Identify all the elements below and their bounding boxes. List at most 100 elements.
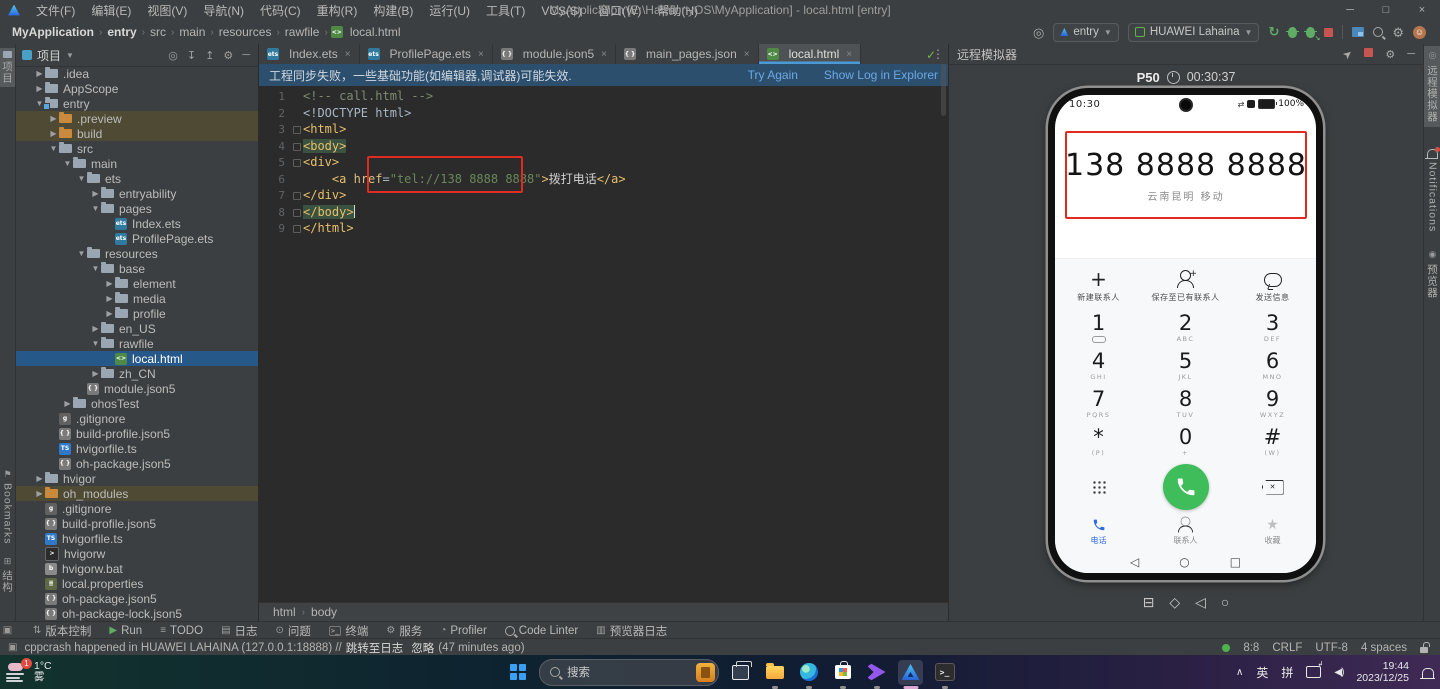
tree-item[interactable]: b hvigorw.bat (16, 561, 258, 576)
tree-item[interactable]: ▶ .preview (16, 111, 258, 126)
tree-item[interactable]: ▼ entry (16, 96, 258, 111)
code-editor[interactable]: 1 <!-- call.html --> 2 <!DOCTYPE html> 3 <htm… (259, 86, 948, 603)
toolwindow-button-linter[interactable]: Code Linter (504, 625, 578, 637)
keypad-key-7[interactable]: 7 PQRS (1055, 387, 1142, 425)
toolwindow-button-log[interactable]: ▤ 日志 (221, 623, 257, 639)
keypad-key-3[interactable]: 3 DEF (1229, 311, 1316, 349)
dialer-tab-contacts[interactable]: 联系人 (1142, 515, 1229, 551)
breadcrumb-item[interactable]: main (177, 25, 207, 39)
fold-marker-icon[interactable] (293, 142, 301, 151)
toolwindow-button-services[interactable]: ⚙ 服务 (386, 623, 422, 639)
tree-item[interactable]: { } build-profile.json5 (16, 426, 258, 441)
menu-item[interactable]: 文件(F) (28, 4, 83, 18)
dialer-tab-phone[interactable]: 电话 (1055, 515, 1142, 551)
tree-item[interactable]: { } oh-package.json5 (16, 591, 258, 606)
tree-arrow-icon[interactable]: ▼ (76, 249, 87, 258)
tree-item[interactable]: ▶ en_US (16, 321, 258, 336)
fold-marker-icon[interactable] (293, 225, 301, 233)
menu-item[interactable]: 重构(R) (309, 4, 366, 18)
device-manager-icon[interactable] (1352, 27, 1365, 37)
debug-button[interactable] (1286, 26, 1300, 38)
editor-breadcrumb-item[interactable]: body (311, 605, 337, 619)
tree-item[interactable]: ▶ .idea (16, 66, 258, 81)
nav-recents-icon[interactable]: □ (1230, 555, 1241, 569)
event-icon[interactable]: ▣ (8, 642, 17, 653)
tree-item[interactable]: ▶ AppScope (16, 81, 258, 96)
toolwindow-button-terminal[interactable]: >_ 终端 (328, 623, 368, 639)
tree-arrow-icon[interactable]: ▼ (90, 264, 101, 273)
code-line[interactable]: 5 <div> (259, 154, 948, 171)
tree-item[interactable]: ▼ ets (16, 171, 258, 186)
run-button[interactable]: ↻ (1268, 24, 1279, 40)
search-icon[interactable] (1373, 27, 1384, 37)
weather-widget[interactable]: 1 1°C 雾 (6, 655, 52, 689)
profile-button[interactable] (1304, 26, 1320, 42)
cast-display-icon[interactable] (1306, 660, 1323, 678)
dialer-action[interactable]: + 新建联系人 (1055, 265, 1142, 311)
editor-tab[interactable]: <> local.html × (758, 44, 862, 64)
menu-item[interactable]: 构建(B) (365, 4, 421, 18)
breadcrumb-item[interactable]: resources (217, 25, 274, 39)
code-line[interactable]: 8 </body> (259, 204, 948, 221)
menu-item[interactable]: 代码(C) (252, 4, 309, 18)
menu-item[interactable]: 工具(T) (478, 4, 533, 18)
unlock-icon[interactable] (1420, 641, 1430, 653)
tree-item[interactable]: ets Index.ets (16, 216, 258, 231)
expand-all-icon[interactable]: ↧ (185, 49, 198, 62)
fold-marker-icon[interactable] (293, 159, 301, 167)
toolwindow-button-preview-log[interactable]: ▥ 预览器日志 (596, 623, 667, 639)
tree-item[interactable]: ets ProfilePage.ets (16, 231, 258, 246)
tree-arrow-icon[interactable]: ▼ (90, 204, 101, 213)
avatar[interactable]: ☺ (1413, 25, 1426, 39)
tree-arrow-icon[interactable]: ▶ (90, 189, 101, 198)
pin-icon[interactable]: ➤ (1340, 46, 1356, 62)
tab-previewer[interactable]: ◉ 预览器 (1424, 249, 1440, 299)
breadcrumb-item[interactable]: local.html (348, 25, 403, 39)
editor-breadcrumb-item[interactable]: html (273, 605, 296, 619)
ignore-link[interactable]: 忽略 (411, 640, 434, 656)
edge-button[interactable] (796, 660, 821, 689)
tree-item[interactable]: ▶ ohosTest (16, 396, 258, 411)
tree-arrow-icon[interactable]: ▶ (104, 294, 115, 303)
collapse-all-icon[interactable]: ↥ (203, 49, 216, 62)
close-tab-icon[interactable]: × (478, 49, 484, 60)
close-tab-icon[interactable]: × (601, 49, 607, 60)
tab-notifications[interactable]: Notifications (1424, 147, 1440, 232)
tree-arrow-icon[interactable]: ▼ (62, 159, 73, 168)
caret-position[interactable]: 8:8 (1243, 642, 1259, 654)
editor-scrollbar[interactable] (941, 64, 946, 116)
ime-mode-indicator[interactable]: 拼 (1281, 664, 1293, 681)
line-ending[interactable]: CRLF (1272, 642, 1302, 654)
goto-log-link[interactable]: 跳转至日志 (346, 640, 404, 656)
menu-item[interactable]: 运行(U) (421, 4, 478, 18)
screenshot-icon[interactable]: ⊟ (1143, 594, 1155, 611)
tree-item[interactable]: ▶ build (16, 126, 258, 141)
tree-item[interactable]: ≣ local.properties (16, 576, 258, 591)
tree-arrow-icon[interactable]: ▶ (90, 324, 101, 333)
emu-home-icon[interactable]: ○ (1221, 594, 1229, 611)
menu-item[interactable]: 视图(V) (139, 4, 195, 18)
tree-item[interactable]: ▶ hvigor (16, 471, 258, 486)
keypad-key-4[interactable]: 4 GHI (1055, 349, 1142, 387)
settings-sync-icon[interactable]: ◎ (1033, 26, 1044, 39)
code-line[interactable]: 9 </html> (259, 220, 948, 237)
code-line[interactable]: 1 <!-- call.html --> (259, 88, 948, 105)
nav-home-icon[interactable]: ○ (1179, 555, 1189, 569)
emulator-hide-icon[interactable]: ─ (1407, 48, 1415, 60)
tree-item[interactable]: g .gitignore (16, 501, 258, 516)
fold-marker-icon[interactable] (293, 208, 301, 217)
tree-arrow-icon[interactable]: ▶ (104, 309, 115, 318)
tree-arrow-icon[interactable]: ▶ (34, 474, 45, 483)
maximize-button[interactable]: □ (1368, 0, 1404, 20)
taskbar-clock[interactable]: 19:44 2023/12/25 (1356, 660, 1409, 684)
run-target-dropdown[interactable]: entry ▼ (1053, 22, 1119, 42)
tree-item[interactable]: ▼ main (16, 156, 258, 171)
breadcrumb-item[interactable]: rawfile (283, 25, 322, 39)
tree-item[interactable]: TS hvigorfile.ts (16, 531, 258, 546)
fold-marker-icon[interactable] (293, 192, 301, 200)
tree-item[interactable]: { } module.json5 (16, 381, 258, 396)
breadcrumb-item[interactable]: entry (105, 25, 138, 39)
code-line[interactable]: 2 <!DOCTYPE html> (259, 105, 948, 122)
breadcrumb-item[interactable]: MyApplication (10, 25, 96, 39)
sidebar-tab-project[interactable]: 项目 (0, 48, 15, 87)
